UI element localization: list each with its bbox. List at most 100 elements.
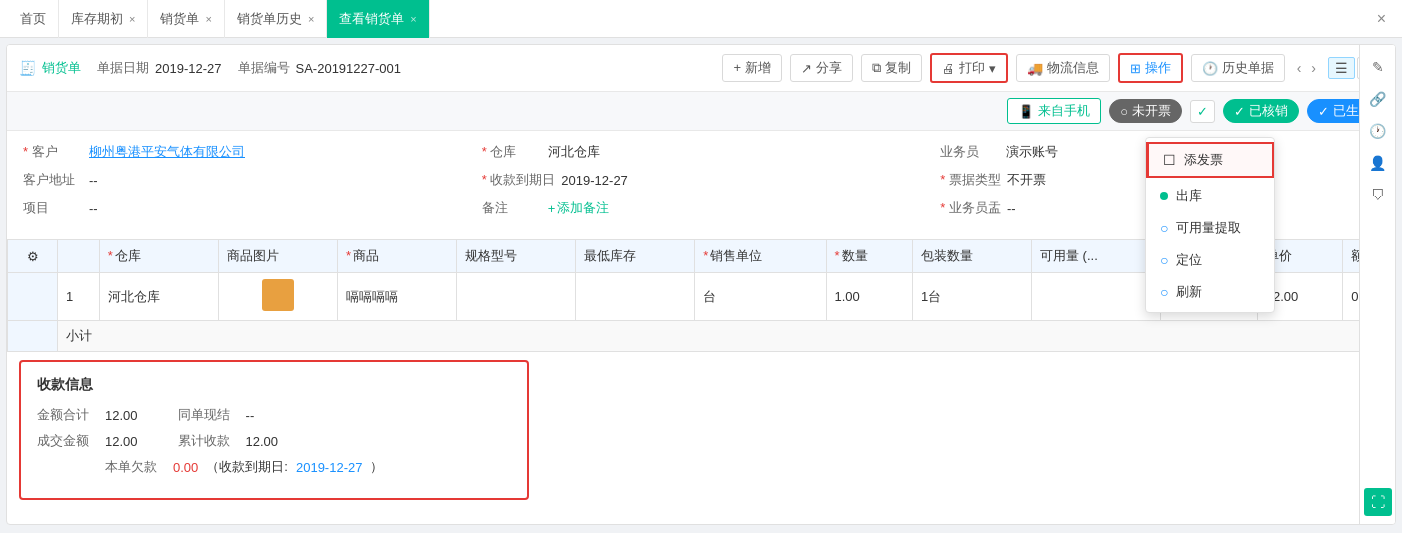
operate-button[interactable]: ⊞ 操作 (1118, 53, 1183, 83)
dropdown-available-qty[interactable]: ○ 可用量提取 (1146, 212, 1274, 244)
due-date-value: 2019-12-27 (561, 173, 628, 188)
tab-home[interactable]: 首页 (8, 0, 59, 38)
subtotal-row: 小计 (8, 321, 1395, 352)
row-warehouse: 河北仓库 (99, 273, 218, 321)
tab-history[interactable]: 销货单历史 × (225, 0, 327, 38)
due-date-field: 收款到期日 2019-12-27 (482, 171, 921, 189)
operate-grid-icon: ⊞ (1130, 61, 1141, 76)
sidebar-clock-icon[interactable]: 🕐 (1364, 117, 1392, 145)
confirm-icon-btn[interactable]: ✓ (1190, 100, 1215, 123)
prev-arrow[interactable]: ‹ (1293, 58, 1306, 78)
refresh-label: 刷新 (1176, 283, 1202, 301)
customer-value[interactable]: 柳州粤港平安气体有限公司 (89, 143, 245, 161)
total-amount-item: 金额合计 12.00 (37, 406, 138, 424)
doc-meta: 单据日期 2019-12-27 单据编号 SA-20191227-001 (97, 59, 401, 77)
project-value: -- (89, 201, 98, 216)
logistics-button[interactable]: 🚚 物流信息 (1016, 54, 1110, 82)
confirm-icon: ✓ (1197, 104, 1208, 119)
right-sidebar: ✎ 🔗 🕐 👤 ⛉ ⛶ (1359, 45, 1395, 524)
row-spec (457, 273, 576, 321)
share-icon: ↗ (801, 61, 812, 76)
add-invoice-label: 添发票 (1184, 151, 1223, 169)
tab-close-view[interactable]: × (410, 13, 416, 25)
doc-icon: 🧾 (19, 60, 36, 76)
locate-icon: ○ (1160, 252, 1168, 268)
owed-date: 2019-12-27 (296, 460, 363, 475)
next-arrow[interactable]: › (1307, 58, 1320, 78)
tab-sales[interactable]: 销货单 × (148, 0, 224, 38)
dropdown-refresh[interactable]: ○ 刷新 (1146, 276, 1274, 308)
add-note-icon: + (548, 201, 556, 216)
doc-type-title: 🧾 销货单 (19, 59, 81, 77)
print-button[interactable]: 🖨 打印 ▾ (930, 53, 1008, 83)
sidebar-edit-icon[interactable]: ✎ (1364, 53, 1392, 81)
project-label: 项目 (23, 199, 83, 217)
logistics-icon: 🚚 (1027, 61, 1043, 76)
available-qty-icon: ○ (1160, 220, 1168, 236)
verified-button[interactable]: ✓ 已核销 (1223, 99, 1299, 123)
list-view-button[interactable]: ☰ (1328, 57, 1355, 79)
note-field: 备注 + 添加备注 (482, 199, 921, 217)
same-order-label: 同单现结 (178, 406, 238, 424)
mobile-icon: 📱 (1018, 104, 1034, 119)
sidebar-expand-icon[interactable]: ⛶ (1364, 488, 1392, 516)
dropdown-add-invoice[interactable]: ☐ 添发票 (1146, 142, 1274, 178)
customer-field: 客户 柳州粤港平安气体有限公司 (23, 143, 462, 161)
sidebar-star-icon[interactable]: ⛉ (1364, 181, 1392, 209)
subtotal-label: 小计 (58, 321, 1395, 352)
note-label: 备注 (482, 199, 542, 217)
tab-close-inventory[interactable]: × (129, 13, 135, 25)
refresh-icon: ○ (1160, 284, 1168, 300)
th-min-stock: 最低库存 (576, 240, 695, 273)
dropdown-outbound[interactable]: 出库 (1146, 180, 1274, 212)
doc-type-label: 销货单 (42, 59, 81, 77)
sidebar-link-icon[interactable]: 🔗 (1364, 85, 1392, 113)
same-order-value: -- (246, 408, 255, 423)
tab-inventory[interactable]: 库存期初 × (59, 0, 148, 38)
cumulative-item: 累计收款 12.00 (178, 432, 279, 450)
not-open-ticket-button[interactable]: ○ 未开票 (1109, 99, 1182, 123)
ticket-type-label: 票据类型 (940, 171, 1001, 189)
payment-row-1: 金额合计 12.00 同单现结 -- (37, 406, 511, 424)
print-icon: 🖨 (942, 61, 955, 76)
operate-dropdown: ☐ 添发票 出库 ○ 可用量提取 ○ 定位 ○ 刷新 (1145, 137, 1275, 313)
address-value: -- (89, 173, 98, 188)
dropdown-locate[interactable]: ○ 定位 (1146, 244, 1274, 276)
tab-close-sales[interactable]: × (205, 13, 211, 25)
sidebar-user-icon[interactable]: 👤 (1364, 149, 1392, 177)
add-invoice-checkbox-icon: ☐ (1163, 152, 1176, 168)
th-seq (58, 240, 100, 273)
th-gear[interactable]: ⚙ (8, 240, 58, 273)
doc-number-value: SA-20191227-001 (296, 61, 402, 76)
row-min-stock (576, 273, 695, 321)
available-qty-label: 可用量提取 (1176, 219, 1241, 237)
th-image: 商品图片 (218, 240, 337, 273)
main-container: 🧾 销货单 单据日期 2019-12-27 单据编号 SA-20191227-0… (6, 44, 1396, 525)
doc-number-field: 单据编号 SA-20191227-001 (238, 59, 402, 77)
copy-button[interactable]: ⧉ 复制 (861, 54, 922, 82)
address-field: 客户地址 -- (23, 171, 462, 189)
project-field: 项目 -- (23, 199, 462, 217)
owed-label: 本单欠款 (105, 458, 165, 476)
staff2-label: 业务员盂 (940, 199, 1001, 217)
row-unit: 台 (695, 273, 826, 321)
window-close-button[interactable]: × (1369, 6, 1394, 32)
row-gear (8, 273, 58, 321)
effect-icon: ✓ (1318, 104, 1329, 119)
mobile-button[interactable]: 📱 来自手机 (1007, 98, 1101, 124)
doc-number-label: 单据编号 (238, 59, 290, 77)
share-button[interactable]: ↗ 分享 (790, 54, 853, 82)
add-note-button[interactable]: + 添加备注 (548, 199, 610, 217)
tab-view-sales[interactable]: 查看销货单 × (327, 0, 429, 38)
same-order-item: 同单现结 -- (178, 406, 255, 424)
row-qty: 1.00 (826, 273, 912, 321)
not-open-icon: ○ (1120, 104, 1128, 119)
doc-date-value: 2019-12-27 (155, 61, 222, 76)
tab-close-history[interactable]: × (308, 13, 314, 25)
th-qty: *数量 (826, 240, 912, 273)
history-doc-button[interactable]: 🕐 历史单据 (1191, 54, 1285, 82)
new-button[interactable]: + 新增 (722, 54, 781, 82)
th-available: 可用量 (... (1031, 240, 1160, 273)
transaction-label: 成交金额 (37, 432, 97, 450)
payment-row-2: 成交金额 12.00 累计收款 12.00 (37, 432, 511, 450)
